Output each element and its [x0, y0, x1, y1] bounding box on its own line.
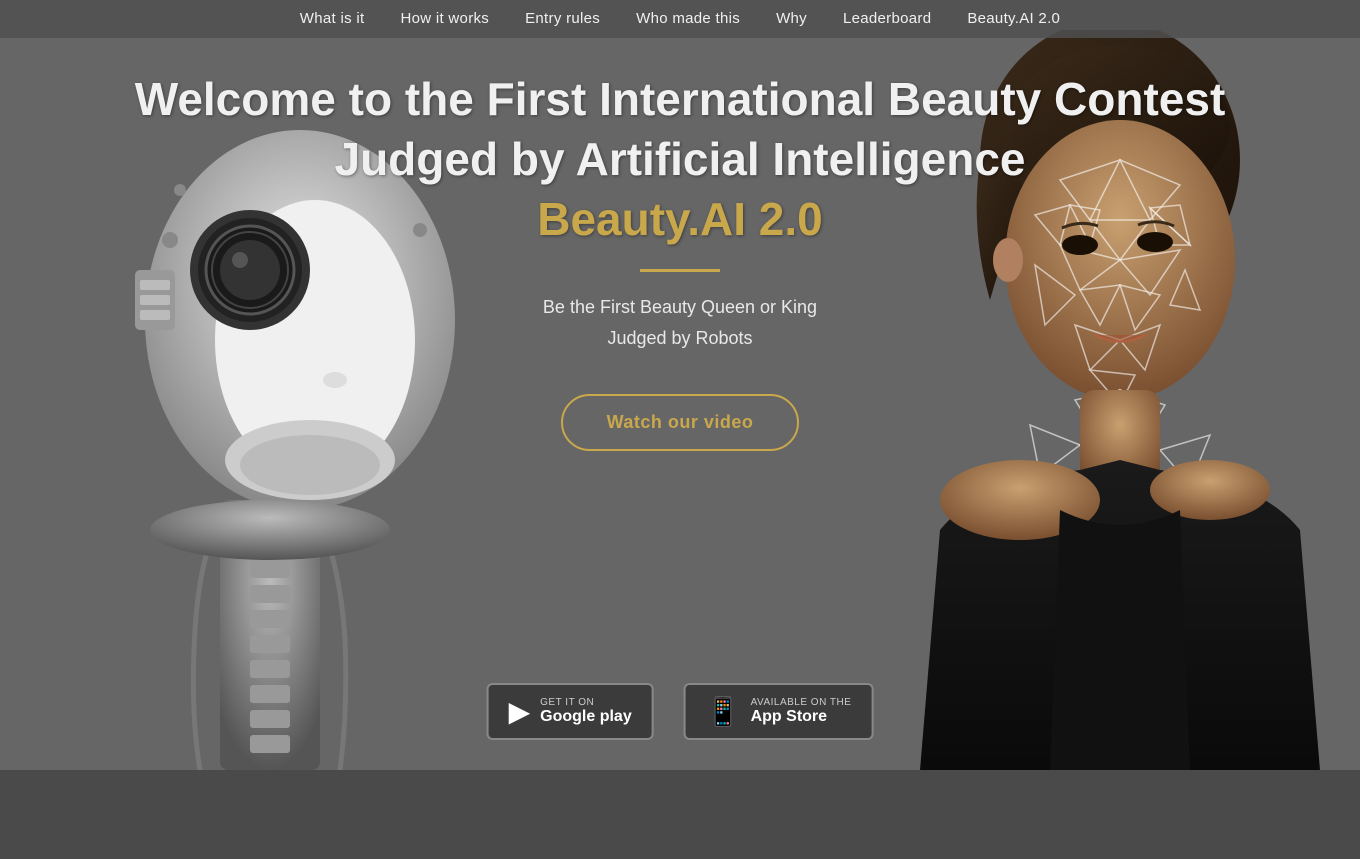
nav-link-what-is-it[interactable]: What is it — [300, 10, 365, 27]
below-hero-section — [0, 770, 1360, 859]
nav-link-leaderboard[interactable]: Leaderboard — [843, 10, 931, 27]
hero-title-line1: Welcome to the First International Beaut… — [135, 73, 1226, 125]
hero-subtitle: Be the First Beauty Queen or King Judged… — [135, 292, 1226, 353]
nav-item-why[interactable]: Why — [776, 10, 807, 28]
hero-subtitle-line2: Judged by Robots — [607, 328, 752, 348]
app-store-text: Available on the App Store — [751, 697, 852, 726]
hero-divider — [640, 269, 720, 272]
google-play-icon: ▶ — [509, 695, 531, 728]
nav-item-beauty-ai[interactable]: Beauty.AI 2.0 — [967, 10, 1060, 28]
google-play-label: Google play — [540, 708, 632, 726]
nav-link-why[interactable]: Why — [776, 10, 807, 27]
apple-icon: 📱 — [706, 695, 741, 728]
nav-item-how-it-works[interactable]: How it works — [400, 10, 489, 28]
hero-title-line2: Judged by Artificial Intelligence — [335, 133, 1026, 185]
nav-item-what-is-it[interactable]: What is it — [300, 10, 365, 28]
google-play-badge[interactable]: ▶ GET IT ON Google play — [487, 683, 654, 740]
app-store-pre-label: Available on the — [751, 697, 852, 708]
hero-title-line3: Beauty.AI 2.0 — [537, 193, 822, 245]
app-badges: ▶ GET IT ON Google play 📱 Available on t… — [487, 683, 874, 740]
hero-title: Welcome to the First International Beaut… — [135, 70, 1226, 249]
nav-item-leaderboard[interactable]: Leaderboard — [843, 10, 931, 28]
nav-links: What is it How it works Entry rules Who … — [300, 10, 1060, 28]
app-store-badge[interactable]: 📱 Available on the App Store — [684, 683, 874, 740]
hero-content: Welcome to the First International Beaut… — [135, 60, 1226, 451]
nav-item-entry-rules[interactable]: Entry rules — [525, 10, 600, 28]
app-store-label: App Store — [751, 708, 852, 726]
watch-video-button[interactable]: Watch our video — [561, 394, 800, 451]
google-play-pre-label: GET IT ON — [540, 697, 632, 708]
google-play-text: GET IT ON Google play — [540, 697, 632, 726]
main-nav: What is it How it works Entry rules Who … — [0, 0, 1360, 38]
nav-link-how-it-works[interactable]: How it works — [400, 10, 489, 27]
nav-link-entry-rules[interactable]: Entry rules — [525, 10, 600, 27]
hero-section: Welcome to the First International Beaut… — [0, 0, 1360, 770]
nav-link-beauty-ai[interactable]: Beauty.AI 2.0 — [967, 10, 1060, 27]
nav-item-who-made-this[interactable]: Who made this — [636, 10, 740, 28]
hero-subtitle-line1: Be the First Beauty Queen or King — [543, 297, 817, 317]
nav-link-who-made-this[interactable]: Who made this — [636, 10, 740, 27]
